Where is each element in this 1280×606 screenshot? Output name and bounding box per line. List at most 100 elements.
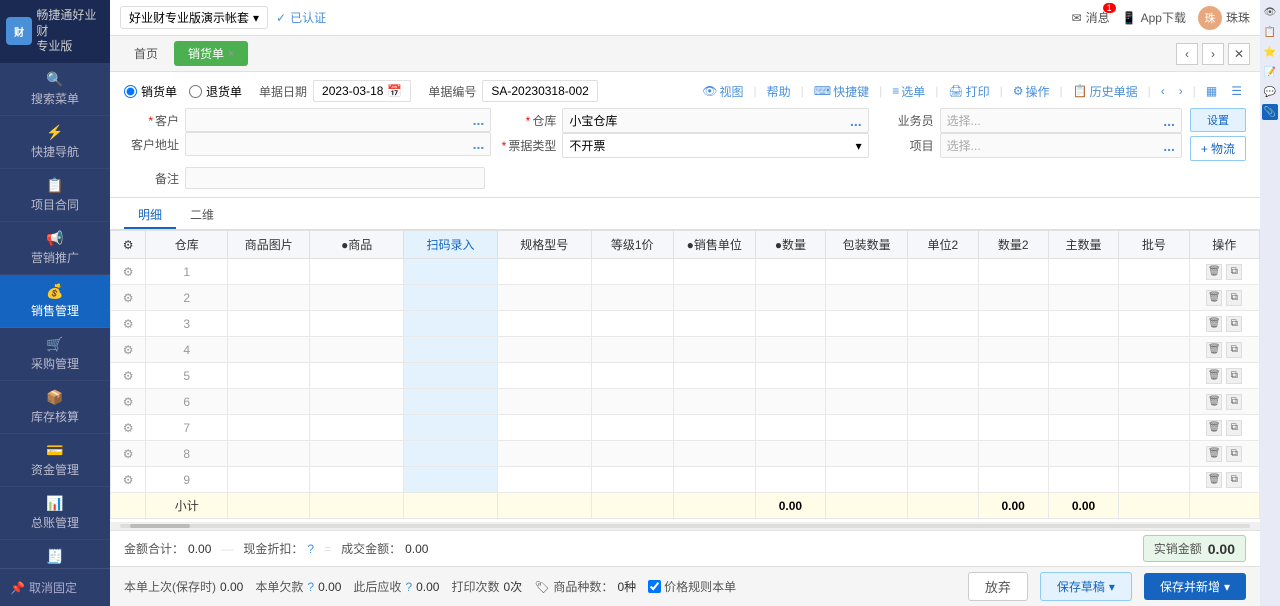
row-settings-icon[interactable]: ⚙ <box>123 343 134 357</box>
user-avatar[interactable]: 珠 珠珠 <box>1198 6 1250 30</box>
tab-close-btn[interactable]: ✕ <box>1228 43 1250 65</box>
project-input[interactable]: 选择... ... <box>940 133 1182 158</box>
add-logistics-btn[interactable]: + 物流 <box>1190 136 1246 161</box>
print-btn[interactable]: 🖨 打印 <box>944 81 993 102</box>
delete-row-btn[interactable]: 🗑 <box>1206 316 1222 332</box>
right-panel-btn-3[interactable]: 📝 <box>1262 64 1278 80</box>
warehouse-input[interactable]: 小宝仓库 ... <box>562 108 868 133</box>
sidebar-item-5[interactable]: 🛒采购管理 <box>0 328 110 381</box>
message-btn[interactable]: ✉ 1 消息 <box>1072 9 1110 26</box>
right-panel-btn-5[interactable]: 📎 <box>1262 104 1278 120</box>
delete-row-btn[interactable]: 🗑 <box>1206 420 1222 436</box>
footer-row: 本单上次(保存时) 0.00 本单欠款 ? 0.00 此后应收 ? 0.00 打… <box>110 566 1260 606</box>
list-view-btn[interactable]: ☰ <box>1227 82 1246 100</box>
copy-row-btn[interactable]: ⧉ <box>1226 472 1242 488</box>
save-new-btn[interactable]: 保存并新增 ▾ <box>1144 573 1246 600</box>
help-btn[interactable]: 帮助 <box>763 81 795 102</box>
op-btn[interactable]: ⚙ 操作 <box>1009 81 1054 102</box>
sidebar-item-3[interactable]: 📢营销推广 <box>0 222 110 275</box>
history-btn[interactable]: 📋 历史单据 <box>1069 81 1142 102</box>
tab-close-icon[interactable]: × <box>228 48 234 60</box>
tab-home[interactable]: 首页 <box>120 39 172 68</box>
right-panel-btn-0[interactable]: 👁 <box>1262 4 1278 20</box>
salesperson-input[interactable]: 选择... ... <box>940 108 1182 133</box>
sidebar-item-6[interactable]: 📦库存核算 <box>0 381 110 434</box>
invoice-select[interactable]: 不开票 ▾ <box>562 133 868 158</box>
row-settings-icon[interactable]: ⚙ <box>123 291 134 305</box>
next-record-btn[interactable]: › <box>1175 82 1187 100</box>
sidebar-item-9[interactable]: 🧾发票管理 <box>0 540 110 568</box>
right-panel-btn-1[interactable]: 📋 <box>1262 24 1278 40</box>
delete-row-btn[interactable]: 🗑 <box>1206 290 1222 306</box>
save-draft-btn[interactable]: 保存草稿 ▾ <box>1040 572 1132 601</box>
grid-view-btn[interactable]: ▦ <box>1202 82 1221 100</box>
delete-row-btn[interactable]: 🗑 <box>1206 446 1222 462</box>
select-btn[interactable]: ≡ 选单 <box>888 81 929 102</box>
copy-row-btn[interactable]: ⧉ <box>1226 394 1242 410</box>
delete-row-btn[interactable]: 🗑 <box>1206 394 1222 410</box>
sidebar-item-7[interactable]: 💳资金管理 <box>0 434 110 487</box>
salesperson-dots-btn[interactable]: ... <box>1163 113 1175 129</box>
delete-row-btn[interactable]: 🗑 <box>1206 342 1222 358</box>
sidebar-item-0[interactable]: 🔍搜索菜单 <box>0 63 110 116</box>
abandon-btn[interactable]: 放弃 <box>968 572 1028 601</box>
sidebar-item-8[interactable]: 📊总账管理 <box>0 487 110 540</box>
row-settings-icon[interactable]: ⚙ <box>123 265 134 279</box>
table-row: ⚙6🗑⧉ <box>111 389 1260 415</box>
remark-input[interactable] <box>185 167 485 189</box>
row-num: 8 <box>183 447 190 461</box>
tab-detail[interactable]: 明细 <box>124 202 176 229</box>
sidebar-item-1[interactable]: ⚡快捷导航 <box>0 116 110 169</box>
row-settings-icon[interactable]: ⚙ <box>123 447 134 461</box>
shortcut-btn[interactable]: ⌨ 快捷键 <box>810 81 873 102</box>
row-settings-icon[interactable]: ⚙ <box>123 421 134 435</box>
view-btn[interactable]: 👁 视图 <box>698 81 747 102</box>
tab-sale-order[interactable]: 销货单 × <box>174 41 248 66</box>
debt-item: 本单欠款 ? 0.00 <box>255 578 341 595</box>
return-order-radio[interactable]: 退货单 <box>189 83 242 100</box>
sidebar-icon-8: 📊 <box>46 495 63 512</box>
tab-prev-btn[interactable]: ‹ <box>1176 43 1198 65</box>
prev-record-btn[interactable]: ‹ <box>1157 82 1169 100</box>
right-panel-btn-2[interactable]: ⭐ <box>1262 44 1278 60</box>
setup-btn[interactable]: 设置 <box>1190 108 1246 132</box>
scroll-thumb[interactable] <box>130 524 190 528</box>
copy-row-btn[interactable]: ⧉ <box>1226 264 1242 280</box>
order-no-input[interactable]: SA-20230318-002 <box>482 80 597 102</box>
sale-order-radio[interactable]: 销货单 <box>124 83 177 100</box>
sidebar-item-2[interactable]: 📋项目合同 <box>0 169 110 222</box>
app-download-btn[interactable]: 📱 App下载 <box>1122 9 1186 26</box>
sidebar-item-4[interactable]: 💰销售管理 <box>0 275 110 328</box>
delete-row-btn[interactable]: 🗑 <box>1206 264 1222 280</box>
right-panel-btn-4[interactable]: 💬 <box>1262 84 1278 100</box>
delete-row-btn[interactable]: 🗑 <box>1206 472 1222 488</box>
horizontal-scrollbar[interactable] <box>110 522 1260 530</box>
delete-row-btn[interactable]: 🗑 <box>1206 368 1222 384</box>
date-input[interactable]: 2023-03-18 📅 <box>313 80 411 102</box>
discount-help-icon[interactable]: ? <box>307 542 314 556</box>
customer-dots-btn[interactable]: ... <box>473 112 485 128</box>
row-settings-icon[interactable]: ⚙ <box>123 473 134 487</box>
copy-row-btn[interactable]: ⧉ <box>1226 446 1242 462</box>
row-settings-icon[interactable]: ⚙ <box>123 395 134 409</box>
customer-input[interactable]: ... <box>185 108 491 132</box>
project-dots-btn[interactable]: ... <box>1163 138 1175 154</box>
company-select[interactable]: 好业财专业版演示帐套 ▾ <box>120 6 268 29</box>
row-settings-icon[interactable]: ⚙ <box>123 369 134 383</box>
copy-row-btn[interactable]: ⧉ <box>1226 342 1242 358</box>
copy-row-btn[interactable]: ⧉ <box>1226 368 1242 384</box>
debt-help-icon[interactable]: ? <box>307 580 314 594</box>
copy-row-btn[interactable]: ⧉ <box>1226 420 1242 436</box>
row-settings-icon[interactable]: ⚙ <box>123 317 134 331</box>
col-header-unit2: 单位2 <box>908 231 978 259</box>
address-input[interactable]: ... <box>185 132 491 156</box>
tab-next-btn[interactable]: › <box>1202 43 1224 65</box>
copy-row-btn[interactable]: ⧉ <box>1226 316 1242 332</box>
copy-row-btn[interactable]: ⧉ <box>1226 290 1242 306</box>
price-check-checkbox[interactable] <box>648 580 661 593</box>
warehouse-dots-btn[interactable]: ... <box>850 113 862 129</box>
cancel-pin-btn[interactable]: 📌 取消固定 <box>6 575 104 600</box>
tab-2d[interactable]: 二维 <box>176 202 228 229</box>
receivable-help-icon[interactable]: ? <box>405 580 412 594</box>
address-dots-btn[interactable]: ... <box>473 136 485 152</box>
